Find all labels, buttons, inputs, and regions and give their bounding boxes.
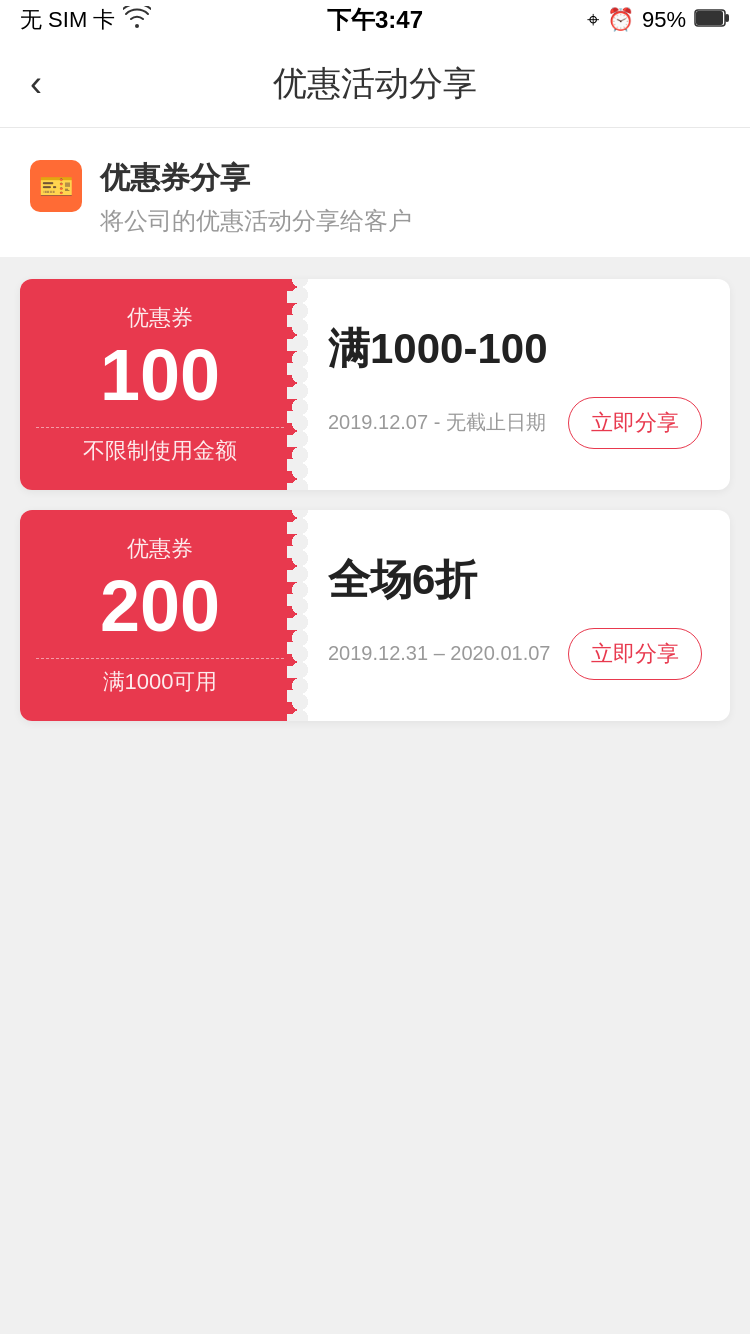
coupon-title-2: 全场6折 (328, 552, 702, 608)
share-button-2[interactable]: 立即分享 (568, 628, 702, 680)
coupon-amount-1: 100 (100, 339, 220, 411)
section-header: 🎫 优惠券分享 将公司的优惠活动分享给客户 (0, 128, 750, 257)
coupon-divider-2 (36, 658, 284, 659)
nav-title: 优惠活动分享 (273, 61, 477, 107)
back-button[interactable]: ‹ (30, 63, 42, 105)
coupon-left-2: 优惠券 200 满1000可用 (20, 510, 300, 721)
battery-percent: 95% (642, 7, 686, 33)
coupon-card-1: 优惠券 100 不限制使用金额 满1000-100 2019.12.07 - 无… (20, 279, 730, 490)
section-subtitle: 将公司的优惠活动分享给客户 (100, 205, 412, 237)
coupon-left-1: 优惠券 100 不限制使用金额 (20, 279, 300, 490)
svg-rect-2 (696, 11, 723, 25)
coupon-list: 优惠券 100 不限制使用金额 满1000-100 2019.12.07 - 无… (0, 259, 750, 741)
coupon-label-2: 优惠券 (127, 534, 193, 564)
battery-icon (694, 7, 730, 33)
coupon-bottom-1: 2019.12.07 - 无截止日期 立即分享 (328, 397, 702, 449)
status-time: 下午3:47 (327, 4, 423, 36)
status-right: ⌖ ⏰ 95% (587, 7, 730, 33)
share-button-1[interactable]: 立即分享 (568, 397, 702, 449)
empty-area (0, 741, 750, 1334)
coupon-card-2: 优惠券 200 满1000可用 全场6折 2019.12.31 – 2020.0… (20, 510, 730, 721)
sim-label: 无 SIM 卡 (20, 5, 115, 35)
coupon-amount-2: 200 (100, 570, 220, 642)
wifi-icon (123, 6, 151, 34)
coupon-condition-1: 不限制使用金额 (83, 436, 237, 466)
coupon-date-2: 2019.12.31 – 2020.01.07 (328, 642, 556, 665)
status-bar: 无 SIM 卡 下午3:47 ⌖ ⏰ 95% (0, 0, 750, 40)
coupon-date-1: 2019.12.07 - 无截止日期 (328, 409, 556, 436)
coupon-right-1: 满1000-100 2019.12.07 - 无截止日期 立即分享 (300, 279, 730, 490)
section-title: 优惠券分享 (100, 158, 412, 199)
nav-bar: ‹ 优惠活动分享 (0, 40, 750, 128)
section-icon: 🎫 (30, 160, 82, 212)
location-icon: ⌖ (587, 7, 599, 33)
alarm-icon: ⏰ (607, 7, 634, 33)
coupon-bottom-2: 2019.12.31 – 2020.01.07 立即分享 (328, 628, 702, 680)
coupon-right-2: 全场6折 2019.12.31 – 2020.01.07 立即分享 (300, 510, 730, 721)
svg-rect-1 (725, 14, 729, 22)
coupon-label-1: 优惠券 (127, 303, 193, 333)
coupon-divider-1 (36, 427, 284, 428)
coupon-icon: 🎫 (39, 170, 74, 203)
status-left: 无 SIM 卡 (20, 5, 151, 35)
coupon-condition-2: 满1000可用 (103, 667, 218, 697)
section-text: 优惠券分享 将公司的优惠活动分享给客户 (100, 158, 412, 237)
coupon-title-1: 满1000-100 (328, 321, 702, 377)
